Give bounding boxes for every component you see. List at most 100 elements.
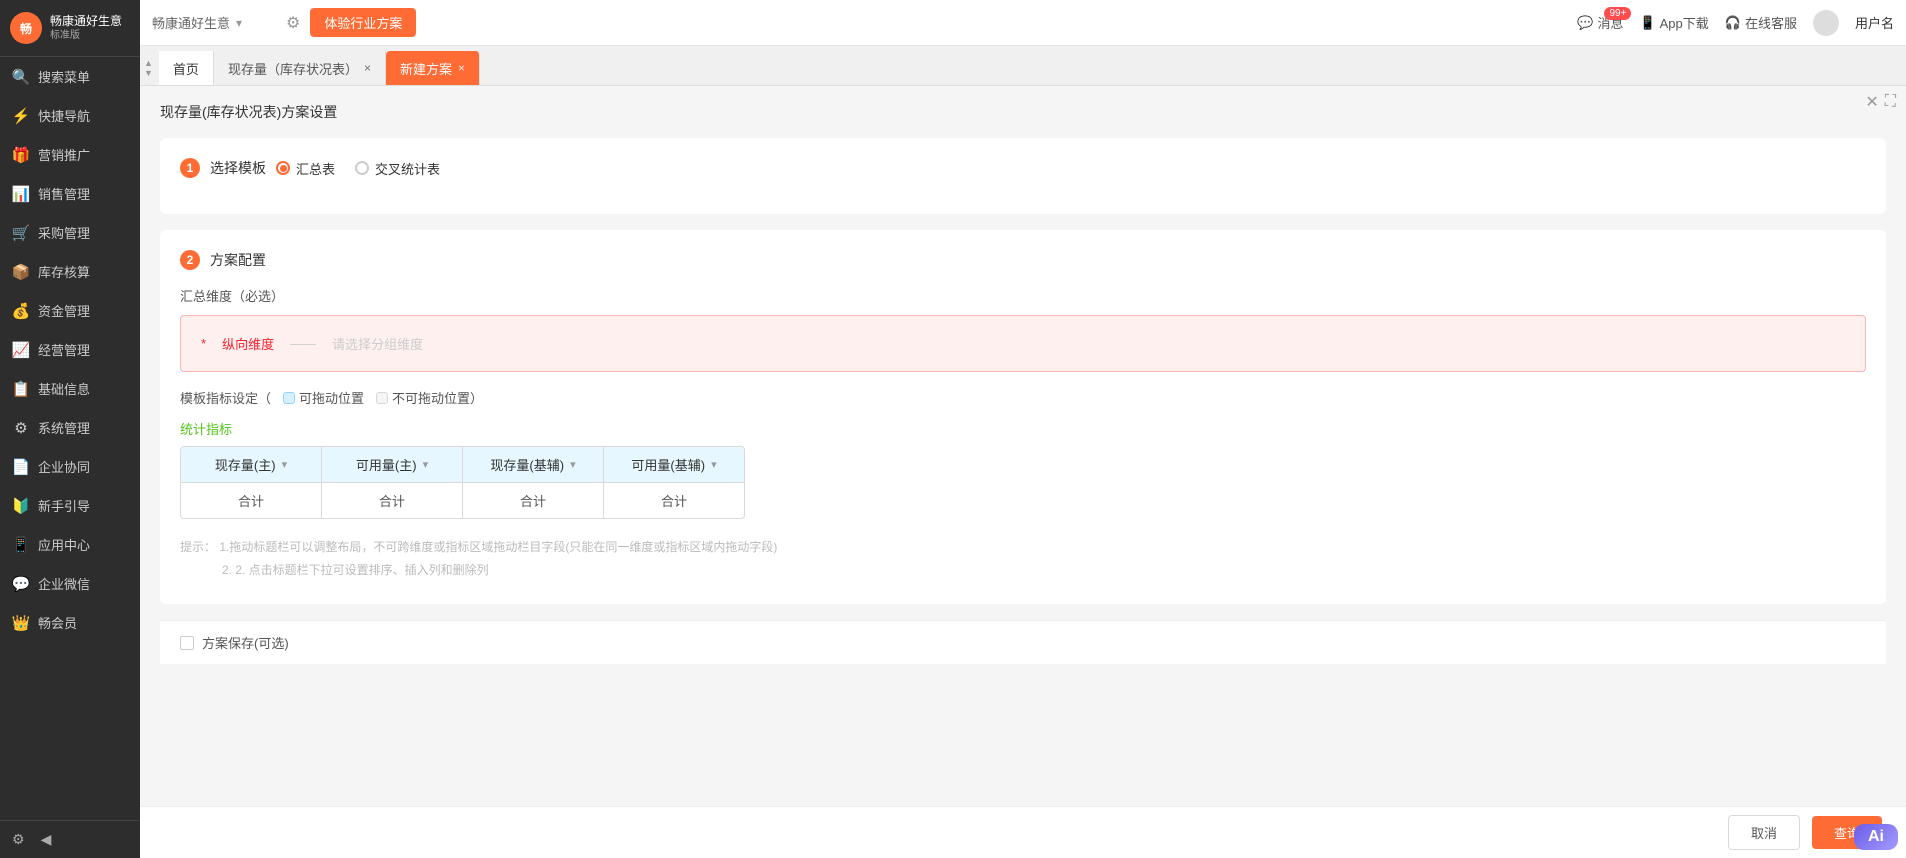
cancel-button[interactable]: 取消 [1728,815,1800,850]
sidebar-item-vip[interactable]: 👑 畅会员 [0,603,140,642]
sidebar-item-wechat[interactable]: 💬 企业微信 [0,564,140,603]
save-label: 方案保存(可选) [202,633,289,652]
service-button[interactable]: 🎧 在线客服 [1725,13,1797,32]
stats-table: 现存量(主) ▾ 合计 可用量(主) ▾ 合计 [180,446,745,519]
app-download-button[interactable]: 📱 App下载 [1639,13,1708,32]
purchase-icon: 🛒 [12,224,30,242]
inventory-icon: 📦 [12,263,30,281]
inner-content: 现存量(库存状况表)方案设置 1 选择模板 汇总表 交叉统计表 [140,86,1906,744]
stats-table-header: 现存量(主) ▾ 合计 可用量(主) ▾ 合计 [181,447,744,518]
dimension-dash: —— [290,336,316,351]
tab-scroll-down[interactable]: ▼ [140,68,157,78]
section2-title: 方案配置 [210,250,266,270]
sidebar-item-guide[interactable]: 🔰 新手引导 [0,486,140,525]
sidebar-item-label: 搜索菜单 [38,67,90,86]
tab-new-plan-close[interactable]: × [458,61,465,75]
sidebar-item-label: 采购管理 [38,223,90,242]
sidebar-item-search[interactable]: 🔍 搜索菜单 [0,57,140,96]
sidebar-item-purchase[interactable]: 🛒 采购管理 [0,213,140,252]
ai-badge[interactable]: Ai [1854,824,1898,850]
brand-area: 畅康通好生意 ▾ [152,13,272,32]
stats-col-2: 现存量(基辅) ▾ 合计 [463,447,604,518]
close-panel-icon[interactable]: ✕ [1865,92,1878,112]
sidebar-item-operations[interactable]: 📈 经营管理 [0,330,140,369]
avatar [1813,10,1839,36]
hint-2-number: 2. [222,563,235,577]
radio-summary[interactable]: 汇总表 [276,159,335,178]
movable-indicator: 可拖动位置 [283,388,364,407]
tab-inventory-status[interactable]: 现存量（库存状况表） × [214,51,386,85]
dimension-box[interactable]: * 纵向维度 —— 请选择分组维度 [180,315,1866,372]
sidebar-item-sales[interactable]: 📊 销售管理 [0,174,140,213]
sidebar-item-basic-info[interactable]: 📋 基础信息 [0,369,140,408]
sidebar-item-label: 营销推广 [38,145,90,164]
service-label: 在线客服 [1745,13,1797,32]
apps-icon: 📱 [12,536,30,554]
hint-1: 提示： 1.拖动标题栏可以调整布局，不可跨维度或指标区域拖动栏目字段(只能在同一… [180,538,1866,557]
radio-summary-circle [276,161,290,175]
sidebar-item-marketing[interactable]: 🎁 营销推广 [0,135,140,174]
hints-area: 提示： 1.拖动标题栏可以调整布局，不可跨维度或指标区域拖动栏目字段(只能在同一… [180,538,1866,580]
stats-col-0-chevron[interactable]: ▾ [282,458,288,471]
tab-home[interactable]: 首页 [159,51,214,85]
stats-label: 统计指标 [180,419,1866,438]
guide-icon: 🔰 [12,497,30,515]
sidebar-settings-button[interactable]: ⚙ [12,831,25,848]
sidebar-item-quick-nav[interactable]: ⚡ 快捷导航 [0,96,140,135]
sidebar-collapse-button[interactable]: ◀ [41,831,52,848]
username-label[interactable]: 用户名 [1855,13,1894,32]
topbar-gear-icon[interactable]: ⚙ [286,13,300,33]
topbar: 畅康通好生意 ▾ ⚙ 体验行业方案 💬 消息 99+ 📱 App下载 🎧 在线客… [140,0,1906,46]
brand-name: 畅康通好生意 [152,13,230,32]
app-logo-icon: 畅 [10,12,42,44]
tab-new-plan[interactable]: 新建方案 × [386,51,480,85]
expand-panel-icon[interactable]: ⛶ [1885,93,1896,111]
tab-inventory-status-close[interactable]: × [364,61,371,75]
tab-scroll-up[interactable]: ▲ [140,58,157,68]
dimension-required-mark: * [201,336,206,351]
app-download-label: App下载 [1660,13,1709,32]
stats-col-3-chevron[interactable]: ▾ [711,458,717,471]
radio-cross-label: 交叉统计表 [375,159,440,178]
stats-col-2-value: 合计 [463,483,603,518]
message-button[interactable]: 💬 消息 99+ [1577,13,1623,32]
sidebar-item-label: 经营管理 [38,340,90,359]
vip-icon: 👑 [12,614,30,632]
dimension-label: 汇总维度（必选） [180,286,1866,305]
sidebar-item-finance[interactable]: 💰 资金管理 [0,291,140,330]
radio-cross[interactable]: 交叉统计表 [355,159,440,178]
sidebar-item-label: 基础信息 [38,379,90,398]
save-checkbox[interactable] [180,636,194,650]
wechat-icon: 💬 [12,575,30,593]
trial-button[interactable]: 体验行业方案 [310,8,416,37]
stats-col-3: 可用量(基辅) ▾ 合计 [604,447,744,518]
basic-info-icon: 📋 [12,380,30,398]
system-icon: ⚙ [12,419,30,437]
brand-dropdown-arrow[interactable]: ▾ [236,16,242,30]
stats-col-0: 现存量(主) ▾ 合计 [181,447,322,518]
stats-col-3-label: 可用量(基辅) [631,455,705,474]
dimension-field-label: 纵向维度 [222,334,274,353]
section2-number: 2 [180,250,200,270]
hint-2: 2. 2. 点击标题栏下拉可设置排序、插入列和删除列 [180,561,1866,580]
dimension-placeholder: 请选择分组维度 [332,334,423,353]
stats-col-2-chevron[interactable]: ▾ [570,458,576,471]
sidebar-item-system[interactable]: ⚙ 系统管理 [0,408,140,447]
section1-number: 1 [180,158,200,178]
tabbar: ▲ ▼ 首页 现存量（库存状况表） × 新建方案 × [140,46,1906,86]
sidebar-item-contract[interactable]: 📄 企业协同 [0,447,140,486]
tab-inventory-status-label: 现存量（库存状况表） [228,59,358,78]
radio-summary-label: 汇总表 [296,159,335,178]
service-icon: 🎧 [1725,15,1741,31]
sidebar-item-apps[interactable]: 📱 应用中心 [0,525,140,564]
save-option-row: 方案保存(可选) [160,620,1886,664]
sidebar-item-inventory[interactable]: 📦 库存核算 [0,252,140,291]
search-icon: 🔍 [12,68,30,86]
section1-title: 选择模板 [210,158,266,178]
app-logo-text: 畅康通好生意 标准版 [50,14,122,43]
stats-col-1-chevron[interactable]: ▾ [423,458,429,471]
sidebar-item-label: 系统管理 [38,418,90,437]
fixed-indicator: 不可拖动位置） [376,388,483,407]
stats-col-1: 可用量(主) ▾ 合计 [322,447,463,518]
indicators-label: 模板指标设定（ [180,388,271,407]
